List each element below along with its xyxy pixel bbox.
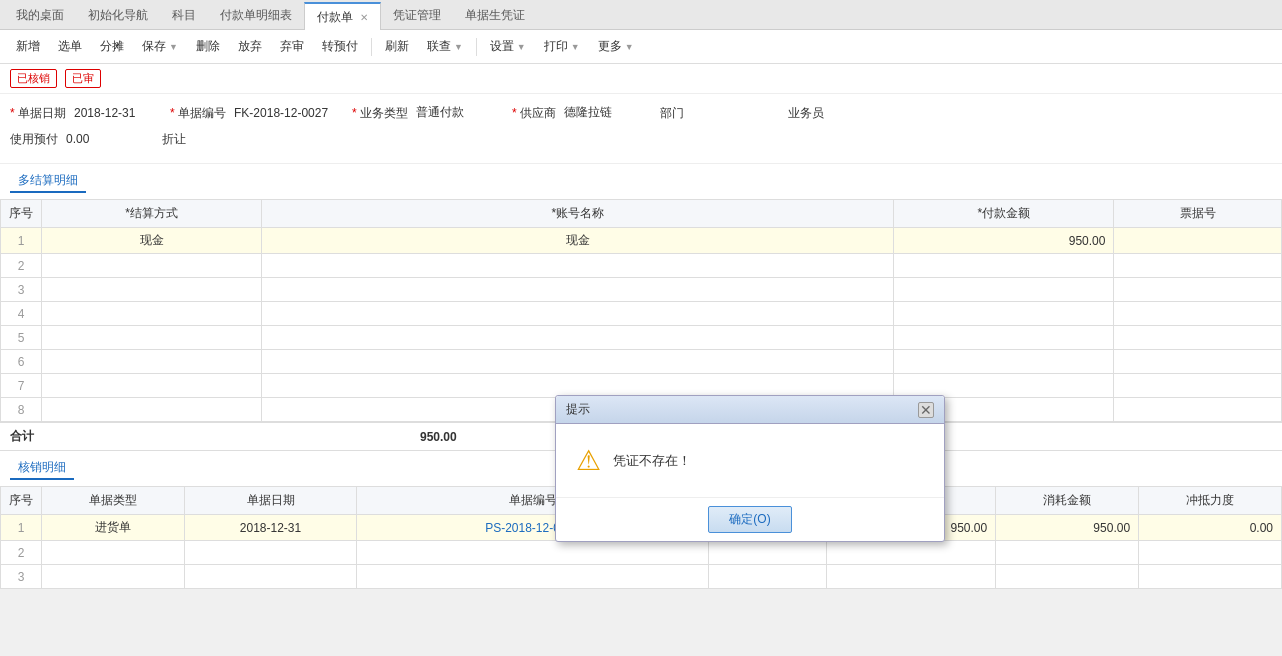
warning-icon: ⚠ [576, 444, 601, 477]
dialog-overlay: 提示 ✕ ⚠ 凭证不存在！ 确定(O) [0, 0, 1282, 589]
dialog-close-btn[interactable]: ✕ [918, 402, 934, 418]
dialog-title-text: 提示 [566, 401, 590, 418]
dialog-footer: 确定(O) [556, 497, 944, 541]
dialog: 提示 ✕ ⚠ 凭证不存在！ 确定(O) [555, 395, 945, 542]
dialog-title-bar: 提示 ✕ [556, 396, 944, 424]
dialog-confirm-btn[interactable]: 确定(O) [708, 506, 791, 533]
dialog-body: ⚠ 凭证不存在！ [556, 424, 944, 497]
dialog-message: 凭证不存在！ [613, 452, 691, 470]
